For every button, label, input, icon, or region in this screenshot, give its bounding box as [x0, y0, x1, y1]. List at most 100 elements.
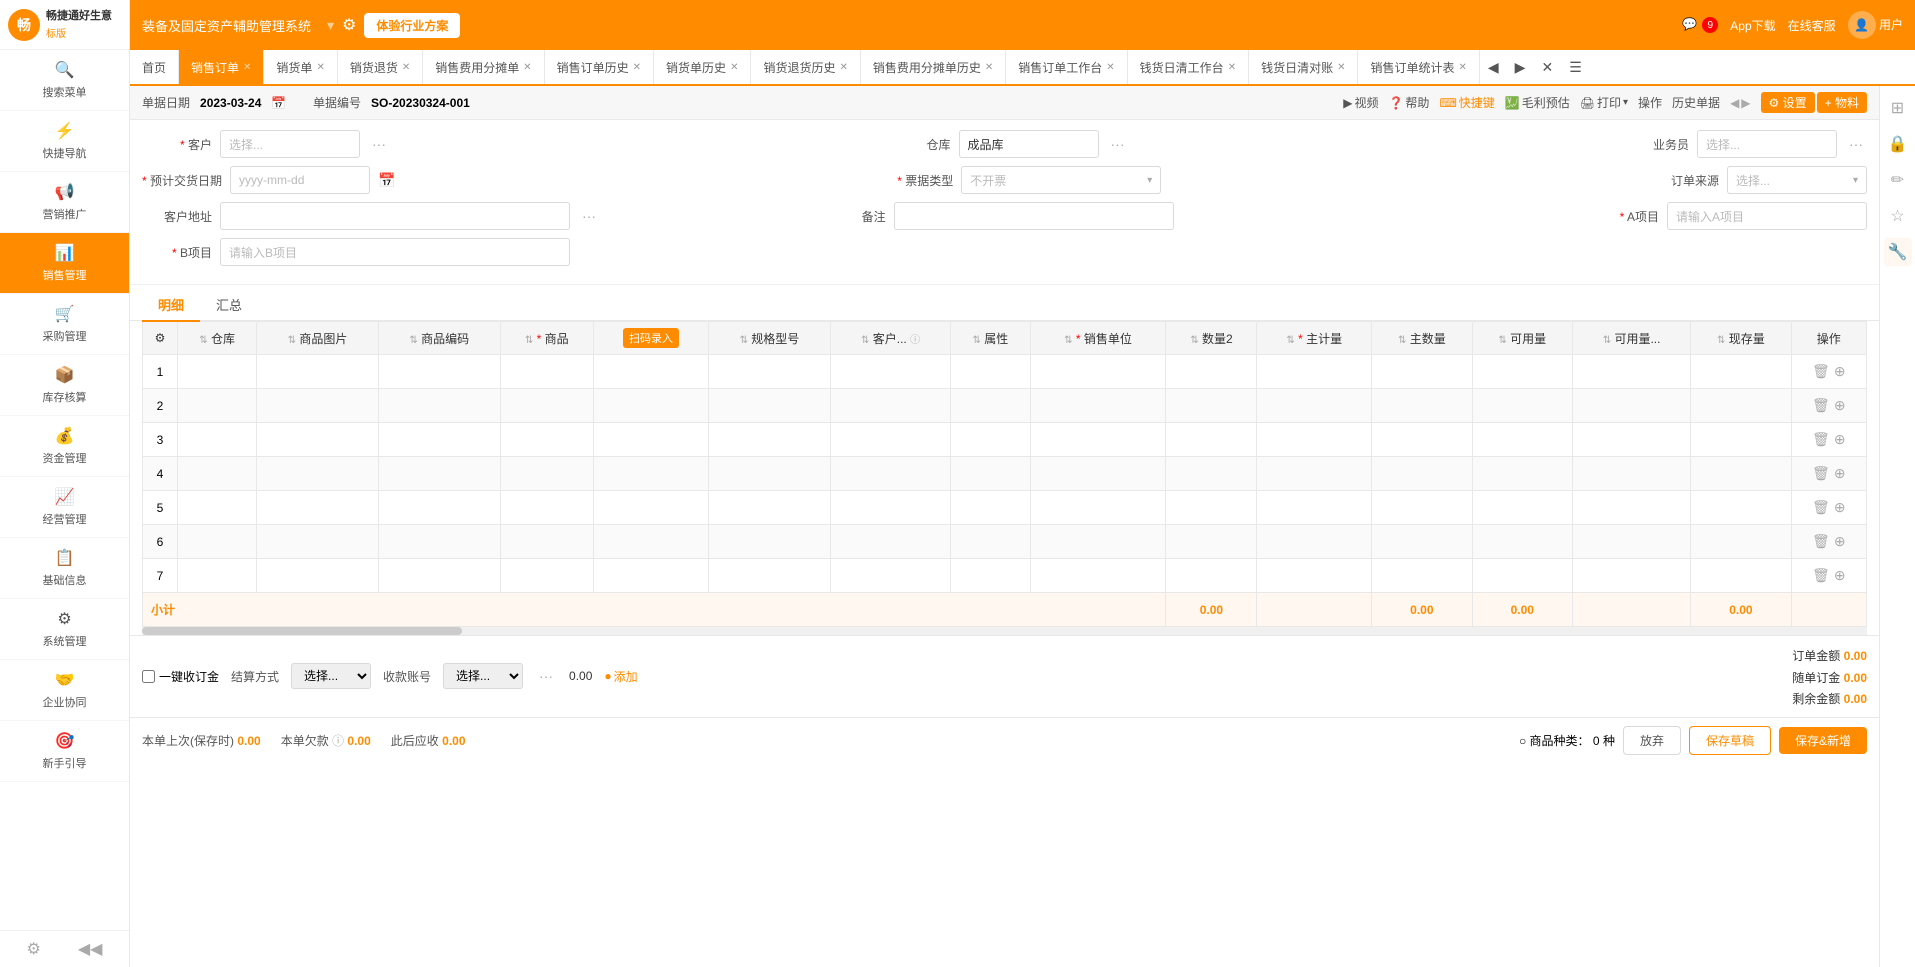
tab-10[interactable]: 钱货日清工作台✕	[1128, 50, 1249, 84]
row-spec-6[interactable]	[709, 525, 831, 559]
row-spec-2[interactable]	[709, 389, 831, 423]
view-video-btn[interactable]: ▶ 视频	[1343, 94, 1378, 111]
row-qty2-2[interactable]	[1166, 389, 1257, 423]
row-qty2-5[interactable]	[1166, 491, 1257, 525]
right-panel-icon-grid[interactable]: ⊞	[1884, 94, 1912, 122]
row-current-1[interactable]	[1691, 355, 1791, 389]
sidebar-item-营销推广[interactable]: 📢营销推广	[0, 172, 129, 233]
online-service-link[interactable]: 在线客服	[1788, 17, 1836, 34]
row-name-5[interactable]	[500, 491, 593, 525]
row-delete-btn-2[interactable]: 🗑	[1812, 397, 1830, 414]
row-spec-7[interactable]	[709, 559, 831, 593]
tab-nav-right[interactable]: ▶	[1507, 50, 1534, 84]
row-code-5[interactable]	[378, 491, 500, 525]
one-click-checkbox[interactable]	[142, 670, 155, 683]
row-current-5[interactable]	[1691, 491, 1791, 525]
row-main-unit-5[interactable]	[1257, 491, 1372, 525]
tab-nav-left[interactable]: ◀	[1480, 50, 1507, 84]
row-name-4[interactable]	[500, 457, 593, 491]
customer-input[interactable]: 选择...	[220, 130, 360, 158]
tab-close-1[interactable]: ✕	[243, 62, 251, 73]
row-customer-code-4[interactable]	[830, 457, 951, 491]
address-more-btn[interactable]: ···	[578, 208, 600, 224]
row-available2-4[interactable]	[1573, 457, 1691, 491]
row-code-6[interactable]	[378, 525, 500, 559]
tab-close-4[interactable]: ✕	[523, 62, 531, 73]
tab-close-10[interactable]: ✕	[1228, 62, 1236, 73]
customer-more-btn[interactable]: ···	[368, 136, 390, 152]
row-main-unit-7[interactable]	[1257, 559, 1372, 593]
salesperson-input[interactable]: 选择...	[1697, 130, 1837, 158]
customer-address-input[interactable]	[220, 202, 570, 230]
system-dropdown-icon[interactable]: ▾	[327, 17, 334, 34]
tab-2[interactable]: 销货单✕	[264, 50, 337, 84]
row-customer-code-1[interactable]	[830, 355, 951, 389]
row-available-3[interactable]	[1472, 423, 1572, 457]
salesperson-more-btn[interactable]: ···	[1845, 136, 1867, 152]
row-code-3[interactable]	[378, 423, 500, 457]
row-current-4[interactable]	[1691, 457, 1791, 491]
row-main-unit-1[interactable]	[1257, 355, 1372, 389]
tab-close-7[interactable]: ✕	[839, 62, 847, 73]
nav-next-icon[interactable]: ▶	[1741, 96, 1750, 110]
row-available-5[interactable]	[1472, 491, 1572, 525]
tab-12[interactable]: 销售订单统计表✕	[1358, 50, 1479, 84]
row-available-6[interactable]	[1472, 525, 1572, 559]
sidebar-item-新手引导[interactable]: 🎯新手引导	[0, 721, 129, 782]
tab-4[interactable]: 销售费用分摊单✕	[423, 50, 544, 84]
th-unit[interactable]: ⇅ 销售单位	[1030, 322, 1166, 355]
row-spec-5[interactable]	[709, 491, 831, 525]
sidebar-settings-icon[interactable]: ⚙	[27, 939, 41, 959]
row-main-unit-6[interactable]	[1257, 525, 1372, 559]
th-image[interactable]: ⇅ 商品图片	[257, 322, 379, 355]
print-btn[interactable]: 🖨 打印 ▾	[1580, 94, 1628, 111]
nav-prev-icon[interactable]: ◀	[1730, 96, 1739, 110]
row-delete-btn-6[interactable]: 🗑	[1812, 533, 1830, 550]
row-delete-btn-7[interactable]: 🗑	[1812, 567, 1830, 584]
th-main-unit[interactable]: ⇅ 主计量	[1257, 322, 1372, 355]
help-btn[interactable]: ❓ 帮助	[1388, 94, 1429, 111]
th-available2[interactable]: ⇅ 可用量...	[1573, 322, 1691, 355]
th-main-qty[interactable]: ⇅ 主数量	[1372, 322, 1472, 355]
sidebar-item-资金管理[interactable]: 💰资金管理	[0, 416, 129, 477]
row-warehouse-1[interactable]	[177, 355, 256, 389]
row-qty2-3[interactable]	[1166, 423, 1257, 457]
warehouse-more-btn[interactable]: ···	[1107, 136, 1129, 152]
account-select[interactable]: 选择...	[443, 663, 523, 689]
row-copy-btn-2[interactable]: ⊕	[1834, 397, 1846, 414]
app-download-link[interactable]: App下载	[1730, 17, 1775, 34]
row-spec-3[interactable]	[709, 423, 831, 457]
row-unit-5[interactable]	[1030, 491, 1166, 525]
delivery-date-input[interactable]: yyyy-mm-dd	[230, 166, 370, 194]
th-current[interactable]: ⇅ 现存量	[1691, 322, 1791, 355]
row-main-unit-4[interactable]	[1257, 457, 1372, 491]
row-available-2[interactable]	[1472, 389, 1572, 423]
th-warehouse[interactable]: ⇅ 仓库	[177, 322, 256, 355]
remark-input[interactable]	[894, 202, 1174, 230]
delivery-calendar-icon[interactable]: 📅	[378, 172, 395, 189]
sidebar-item-库存核算[interactable]: 📦库存核算	[0, 355, 129, 416]
th-customer-code[interactable]: ⇅ 客户... ⓘ	[830, 322, 951, 355]
row-customer-code-7[interactable]	[830, 559, 951, 593]
tab-close-8[interactable]: ✕	[985, 62, 993, 73]
row-name-7[interactable]	[500, 559, 593, 593]
row-main-qty-3[interactable]	[1372, 423, 1472, 457]
row-current-6[interactable]	[1691, 525, 1791, 559]
row-main-qty-7[interactable]	[1372, 559, 1472, 593]
row-current-3[interactable]	[1691, 423, 1791, 457]
order-source-select[interactable]: 选择... ▾	[1727, 166, 1867, 194]
row-attr-4[interactable]	[951, 457, 1030, 491]
warehouse-input[interactable]: 成品库	[959, 130, 1099, 158]
debt-info-icon[interactable]: ⓘ	[332, 734, 344, 748]
row-main-qty-6[interactable]	[1372, 525, 1472, 559]
th-available[interactable]: ⇅ 可用量	[1472, 322, 1572, 355]
row-attr-2[interactable]	[951, 389, 1030, 423]
row-customer-code-3[interactable]	[830, 423, 951, 457]
row-customer-code-2[interactable]	[830, 389, 951, 423]
row-unit-7[interactable]	[1030, 559, 1166, 593]
row-spec-1[interactable]	[709, 355, 831, 389]
a-project-input[interactable]: 请输入A项目	[1667, 202, 1867, 230]
save-new-button[interactable]: 保存&新增	[1779, 727, 1867, 754]
row-code-7[interactable]	[378, 559, 500, 593]
row-qty2-1[interactable]	[1166, 355, 1257, 389]
